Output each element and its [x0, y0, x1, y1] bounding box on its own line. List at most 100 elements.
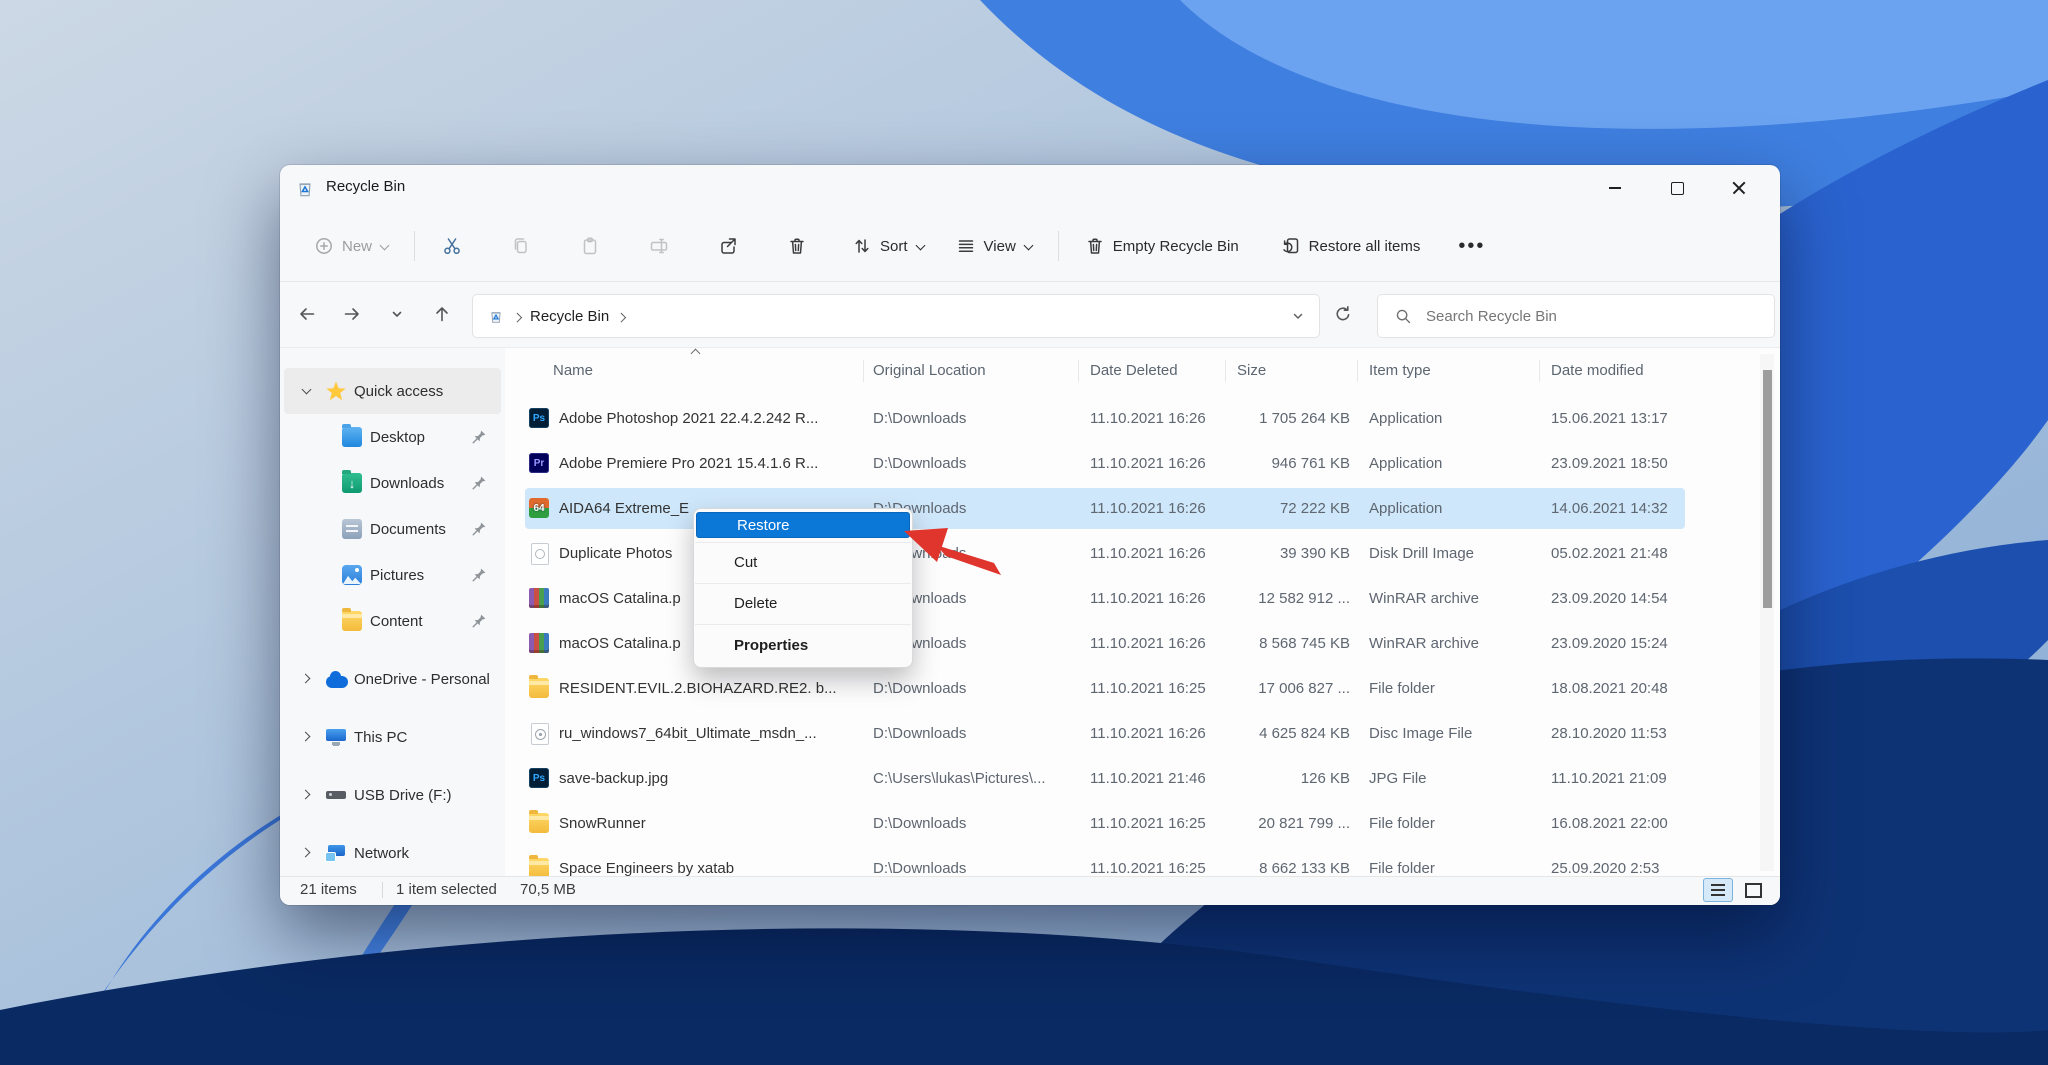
toolbar-divider: [414, 231, 416, 261]
context-menu-item-properties[interactable]: Properties: [694, 624, 912, 666]
sidebar-item-label: Content: [370, 612, 423, 630]
vertical-scrollbar[interactable]: [1760, 354, 1774, 871]
restore-all-items-button[interactable]: Restore all items: [1271, 228, 1431, 264]
file-size: 72 222 KB: [1279, 500, 1350, 517]
sidebar-item-network[interactable]: Network: [284, 830, 501, 876]
chevron-down-icon: [1024, 242, 1032, 250]
file-size: 4 625 824 KB: [1259, 725, 1350, 742]
column-header-size[interactable]: Size: [1237, 362, 1266, 379]
column-header-date-modified[interactable]: Date modified: [1551, 362, 1644, 379]
expander-chevron-icon[interactable]: [302, 848, 312, 858]
up-button[interactable]: [423, 295, 461, 333]
file-row-adobe-photoshop-2021-22-4-2-242-r[interactable]: Adobe Photoshop 2021 22.4.2.242 R... D:\…: [505, 396, 1750, 441]
close-button[interactable]: [1708, 165, 1770, 211]
minimize-button[interactable]: [1584, 165, 1646, 211]
file-row-macos-catalina-p[interactable]: macOS Catalina.p D:\Downloads 11.10.2021…: [505, 576, 1750, 621]
search-input[interactable]: [1424, 306, 1728, 326]
file-row-save-backup-jpg[interactable]: save-backup.jpg C:\Users\lukas\Pictures\…: [505, 756, 1750, 801]
view-button[interactable]: View: [946, 228, 1042, 264]
new-button[interactable]: New: [304, 228, 398, 264]
folder-icon: [342, 608, 362, 631]
expander-chevron-icon[interactable]: [302, 732, 312, 742]
expander-chevron-icon[interactable]: [302, 674, 312, 684]
column-header-original-location[interactable]: Original Location: [873, 362, 986, 379]
selection-size: 70,5 MB: [520, 881, 576, 898]
file-original-location: D:\Downloads: [873, 680, 967, 697]
delete-button[interactable]: [776, 226, 818, 266]
file-row-aida64-extreme-e[interactable]: AIDA64 Extreme_E D:\Downloads 11.10.2021…: [505, 486, 1750, 531]
search-box[interactable]: [1377, 294, 1775, 338]
context-menu-item-cut[interactable]: Cut: [694, 542, 912, 583]
rename-button[interactable]: [638, 226, 680, 266]
chevron-down-icon: [380, 242, 388, 250]
sidebar-item-label: Quick access: [354, 382, 444, 400]
sidebar-item-documents[interactable]: Documents: [284, 506, 501, 552]
sidebar-item-usb-drive-f[interactable]: USB Drive (F:): [284, 772, 501, 818]
context-menu-item-delete[interactable]: Delete: [694, 583, 912, 624]
selection-count: 1 item selected: [396, 881, 497, 898]
file-row-space-engineers-by-xatab[interactable]: Space Engineers by xatab D:\Downloads 11…: [505, 846, 1750, 877]
breadcrumb-chevron-icon[interactable]: [618, 313, 625, 320]
file-row-adobe-premiere-pro-2021-15-4-1-6-r[interactable]: Adobe Premiere Pro 2021 15.4.1.6 R... D:…: [505, 441, 1750, 486]
file-size: 946 761 KB: [1271, 455, 1350, 472]
sidebar-item-downloads[interactable]: Downloads: [284, 460, 501, 506]
file-date-modified: 23.09.2020 14:54: [1551, 590, 1668, 607]
window-content: Quick access Desktop Downloads Documents: [280, 347, 1780, 877]
large-icons-view-button[interactable]: [1738, 878, 1768, 902]
sidebar-item-onedrive-personal[interactable]: OneDrive - Personal: [284, 656, 501, 702]
file-row-ru-windows7-64bit-ultimate-msdn[interactable]: ru_windows7_64bit_Ultimate_msdn_... D:\D…: [505, 711, 1750, 756]
toolbar-divider: [1057, 231, 1059, 261]
address-dropdown-icon[interactable]: [1291, 309, 1305, 323]
file-item-type: File folder: [1369, 860, 1435, 877]
file-size: 39 390 KB: [1279, 545, 1350, 562]
sidebar-item-quick-access[interactable]: Quick access: [284, 368, 501, 414]
forward-button[interactable]: [333, 295, 371, 333]
sidebar-item-label: Pictures: [370, 566, 425, 584]
file-row-macos-catalina-p[interactable]: macOS Catalina.p D:\Downloads 11.10.2021…: [505, 621, 1750, 666]
column-header-name[interactable]: Name: [553, 362, 593, 379]
recent-locations-button[interactable]: [378, 295, 416, 333]
sort-button-label: Sort: [880, 237, 908, 255]
scrollbar-thumb[interactable]: [1763, 370, 1772, 608]
file-size: 17 006 827 ...: [1258, 680, 1350, 697]
cut-button[interactable]: [431, 226, 473, 266]
disc-icon: [531, 723, 549, 745]
file-row-duplicate-photos[interactable]: Duplicate Photos D:\Downloads 11.10.2021…: [505, 531, 1750, 576]
sidebar-item-pictures[interactable]: Pictures: [284, 552, 501, 598]
pin-icon: [472, 568, 486, 582]
expander-chevron-icon[interactable]: [302, 386, 312, 396]
sort-button[interactable]: Sort: [842, 228, 934, 264]
breadcrumb-item[interactable]: Recycle Bin: [530, 308, 609, 325]
column-header-item-type[interactable]: Item type: [1369, 362, 1431, 379]
sidebar-item-label: Documents: [370, 520, 446, 538]
address-bar[interactable]: Recycle Bin: [472, 294, 1320, 338]
paste-button[interactable]: [569, 226, 611, 266]
back-button[interactable]: [288, 295, 326, 333]
winrar-icon: [529, 633, 549, 653]
context-menu-item-restore[interactable]: Restore: [696, 512, 910, 538]
share-button[interactable]: [707, 226, 749, 266]
scissors-icon: [444, 238, 460, 255]
sidebar-item-this-pc[interactable]: This PC: [284, 714, 501, 760]
file-row-snowrunner[interactable]: SnowRunner D:\Downloads 11.10.2021 16:25…: [505, 801, 1750, 846]
file-date-modified: 05.02.2021 21:48: [1551, 545, 1668, 562]
file-original-location: D:\Downloads: [873, 410, 967, 427]
context-menu-item-label: Delete: [734, 595, 778, 612]
sidebar-item-content[interactable]: Content: [284, 598, 501, 644]
photoshop-icon: [529, 408, 549, 428]
see-more-button[interactable]: •••: [1448, 235, 1495, 258]
sidebar-item-desktop[interactable]: Desktop: [284, 414, 501, 460]
refresh-button[interactable]: [1324, 295, 1362, 333]
details-view-button[interactable]: [1703, 878, 1733, 902]
file-size: 8 568 745 KB: [1259, 635, 1350, 652]
file-date-modified: 14.06.2021 14:32: [1551, 500, 1668, 517]
empty-recycle-bin-button[interactable]: Empty Recycle Bin: [1075, 228, 1249, 264]
maximize-button[interactable]: [1646, 165, 1708, 211]
pc-icon: [326, 727, 346, 747]
status-bar: 21 items 1 item selected 70,5 MB: [280, 876, 1780, 905]
expander-chevron-icon[interactable]: [302, 790, 312, 800]
column-header-date-deleted[interactable]: Date Deleted: [1090, 362, 1178, 379]
copy-button[interactable]: [500, 226, 542, 266]
file-row-resident-evil-2-biohazard-re2-b[interactable]: RESIDENT.EVIL.2.BIOHAZARD.RE2. b... D:\D…: [505, 666, 1750, 711]
file-date-modified: 18.08.2021 20:48: [1551, 680, 1668, 697]
